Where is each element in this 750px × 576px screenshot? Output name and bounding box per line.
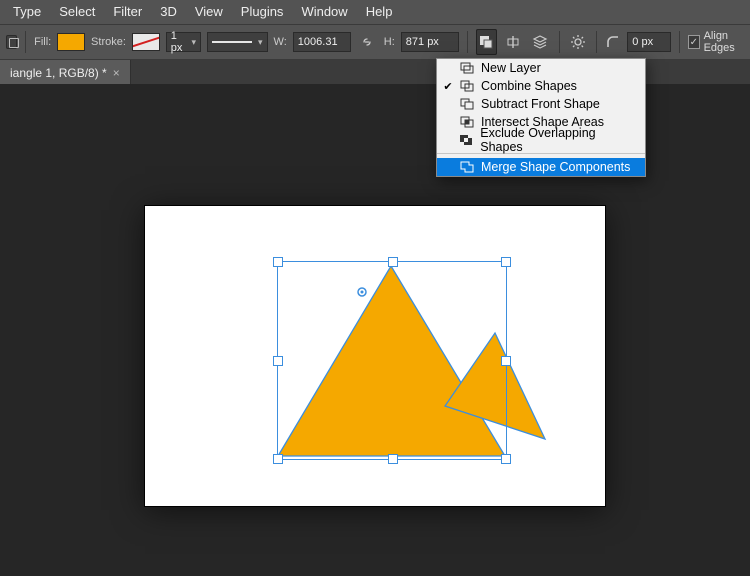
close-icon[interactable]: ×	[113, 66, 120, 80]
stroke-swatch[interactable]	[132, 33, 160, 51]
fill-swatch[interactable]	[57, 33, 85, 51]
resize-handle-nw[interactable]	[273, 257, 283, 267]
menu-view[interactable]: View	[186, 0, 232, 24]
path-operations-button[interactable]	[476, 29, 497, 55]
menu-item-new-layer[interactable]: New Layer	[437, 59, 645, 77]
separator	[467, 31, 468, 53]
selection-bounding-box[interactable]	[277, 261, 507, 460]
options-bar: Fill: Stroke: 1 px ▾ ▾ W: 1006.31 H: 871…	[0, 24, 750, 60]
checkbox-icon: ✓	[688, 35, 699, 49]
menu-item-exclude[interactable]: Exclude Overlapping Shapes	[437, 131, 645, 149]
stroke-label: Stroke:	[91, 36, 126, 48]
align-edges-checkbox[interactable]: ✓ Align Edges	[688, 30, 750, 54]
link-wh-button[interactable]	[357, 29, 378, 55]
check-mark: ✔	[443, 80, 453, 93]
menu-type[interactable]: Type	[4, 0, 50, 24]
menu-item-subtract-front[interactable]: Subtract Front Shape	[437, 95, 645, 113]
stroke-width-value: 1 px	[171, 30, 186, 54]
menu-filter[interactable]: Filter	[104, 0, 151, 24]
chevron-down-icon: ▾	[191, 37, 196, 48]
separator	[596, 31, 597, 53]
menu-select[interactable]: Select	[50, 0, 104, 24]
intersect-icon	[459, 115, 475, 129]
height-input[interactable]: 871 px	[401, 32, 459, 52]
align-icon	[505, 34, 521, 50]
menu-item-label: Merge Shape Components	[481, 160, 630, 174]
corner-radius-input[interactable]: 0 px	[627, 32, 671, 52]
rounded-corner-icon	[605, 34, 621, 50]
chevron-down-icon: ▾	[258, 37, 263, 48]
resize-handle-sw[interactable]	[273, 454, 283, 464]
menu-item-label: Subtract Front Shape	[481, 97, 600, 111]
resize-handle-ne[interactable]	[501, 257, 511, 267]
separator	[559, 31, 560, 53]
resize-handle-w[interactable]	[273, 356, 283, 366]
menu-item-label: Combine Shapes	[481, 79, 577, 93]
menu-plugins[interactable]: Plugins	[232, 0, 293, 24]
stroke-width-dropdown[interactable]: 1 px ▾	[166, 32, 201, 52]
separator	[679, 31, 680, 53]
gear-icon	[570, 34, 586, 50]
corner-radius-icon-button[interactable]	[605, 29, 621, 55]
new-layer-icon	[459, 61, 475, 75]
menu-item-label: New Layer	[481, 61, 541, 75]
path-alignment-button[interactable]	[503, 29, 524, 55]
path-operations-menu: New Layer ✔ Combine Shapes Subtract Fron…	[436, 58, 646, 177]
path-arrangement-button[interactable]	[530, 29, 551, 55]
exclude-icon	[459, 133, 475, 147]
link-icon	[360, 35, 374, 49]
path-ops-icon	[478, 34, 494, 50]
menu-item-label: Exclude Overlapping Shapes	[480, 126, 637, 154]
main-menu-bar: Type Select Filter 3D View Plugins Windo…	[0, 0, 750, 24]
resize-handle-e[interactable]	[501, 356, 511, 366]
document-tab[interactable]: iangle 1, RGB/8) * ×	[0, 60, 131, 86]
separator	[25, 31, 26, 53]
align-edges-label: Align Edges	[704, 30, 750, 54]
menu-item-merge-shape-components[interactable]: Merge Shape Components	[437, 158, 645, 176]
shape-tool-indicator[interactable]	[6, 35, 17, 49]
merge-icon	[459, 160, 475, 174]
menu-3d[interactable]: 3D	[151, 0, 186, 24]
menu-window[interactable]: Window	[292, 0, 356, 24]
height-label: H:	[384, 36, 395, 48]
width-input[interactable]: 1006.31	[293, 32, 351, 52]
canvas-container	[145, 206, 605, 506]
reference-point-icon[interactable]	[356, 286, 368, 298]
fill-label: Fill:	[34, 36, 51, 48]
document-canvas[interactable]	[145, 206, 605, 506]
resize-handle-se[interactable]	[501, 454, 511, 464]
stack-icon	[532, 34, 548, 50]
resize-handle-s[interactable]	[388, 454, 398, 464]
width-label: W:	[274, 36, 287, 48]
resize-handle-n[interactable]	[388, 257, 398, 267]
stroke-style-dropdown[interactable]: ▾	[207, 32, 268, 52]
menu-help[interactable]: Help	[357, 0, 402, 24]
extra-options-button[interactable]	[567, 29, 588, 55]
menu-item-combine-shapes[interactable]: ✔ Combine Shapes	[437, 77, 645, 95]
document-tab-title: iangle 1, RGB/8) *	[10, 66, 107, 80]
subtract-icon	[459, 97, 475, 111]
combine-icon	[459, 79, 475, 93]
